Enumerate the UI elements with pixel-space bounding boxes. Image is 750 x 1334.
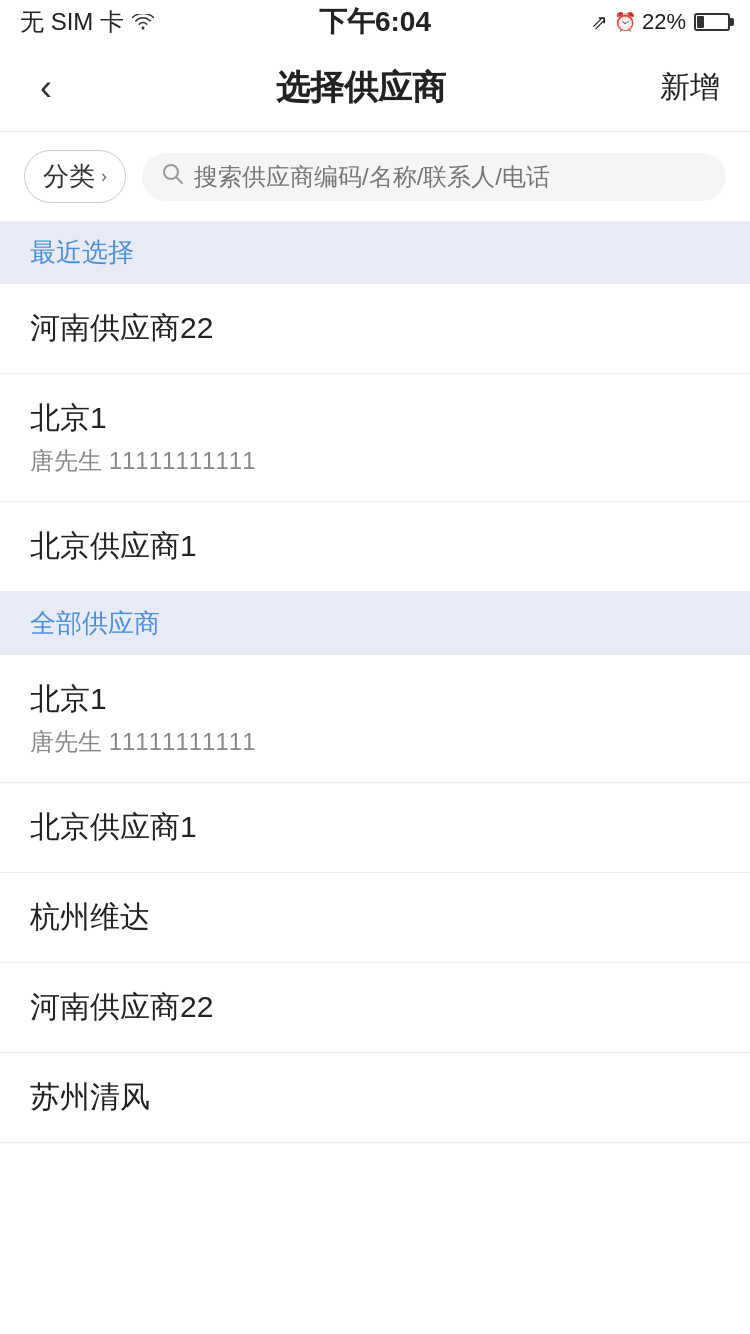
carrier-text: 无 SIM 卡 <box>20 6 124 38</box>
page-title: 选择供应商 <box>276 65 446 111</box>
back-button[interactable]: ‹ <box>30 57 62 119</box>
filter-bar: 分类 › <box>0 132 750 221</box>
item-name: 北京供应商1 <box>30 807 720 848</box>
recent-section-label: 最近选择 <box>30 237 134 267</box>
status-bar: 无 SIM 卡 下午6:04 ⇗ ⏰ 22% <box>0 0 750 44</box>
status-right: ⇗ ⏰ 22% <box>591 9 730 35</box>
add-button[interactable]: 新增 <box>660 67 720 108</box>
location-icon: ⇗ <box>591 10 608 34</box>
item-name: 河南供应商22 <box>30 987 720 1028</box>
all-items-list: 北京1 唐先生 11111111111 北京供应商1 杭州维达河南供应商22 苏州清风 <box>0 655 750 1143</box>
search-input[interactable] <box>194 163 706 191</box>
all-section-header: 全部供应商 <box>0 592 750 655</box>
recent-section-header: 最近选择 <box>0 221 750 284</box>
item-name: 河南供应商22 <box>30 308 720 349</box>
svg-line-1 <box>176 177 182 183</box>
status-time: 下午6:04 <box>319 3 431 41</box>
item-name: 北京1 <box>30 398 720 439</box>
list-item[interactable]: 北京供应商1 <box>0 783 750 873</box>
item-name: 苏州清风 <box>30 1077 720 1118</box>
search-box <box>142 153 726 201</box>
item-name: 北京1 <box>30 679 720 720</box>
list-item[interactable]: 北京1 唐先生 11111111111 <box>0 374 750 502</box>
item-name: 杭州维达 <box>30 897 720 938</box>
wifi-icon <box>132 8 154 36</box>
category-label: 分类 <box>43 159 95 194</box>
recent-items-list: 河南供应商22 北京1 唐先生 11111111111 北京供应商1 <box>0 284 750 592</box>
list-item[interactable]: 北京1 唐先生 11111111111 <box>0 655 750 783</box>
battery-icon <box>694 13 730 31</box>
item-name: 北京供应商1 <box>30 526 720 567</box>
item-detail: 唐先生 11111111111 <box>30 726 720 758</box>
status-left: 无 SIM 卡 <box>20 6 154 38</box>
list-item[interactable]: 北京供应商1 <box>0 502 750 592</box>
battery-percent: 22% <box>642 9 686 35</box>
list-item[interactable]: 苏州清风 <box>0 1053 750 1143</box>
search-icon <box>162 163 184 191</box>
list-item[interactable]: 河南供应商22 <box>0 284 750 374</box>
item-detail: 唐先生 11111111111 <box>30 445 720 477</box>
nav-bar: ‹ 选择供应商 新增 <box>0 44 750 132</box>
category-button[interactable]: 分类 › <box>24 150 126 203</box>
all-section-label: 全部供应商 <box>30 608 160 638</box>
list-item[interactable]: 河南供应商22 <box>0 963 750 1053</box>
chevron-right-icon: › <box>101 166 107 187</box>
alarm-icon: ⏰ <box>614 11 636 33</box>
list-item[interactable]: 杭州维达 <box>0 873 750 963</box>
